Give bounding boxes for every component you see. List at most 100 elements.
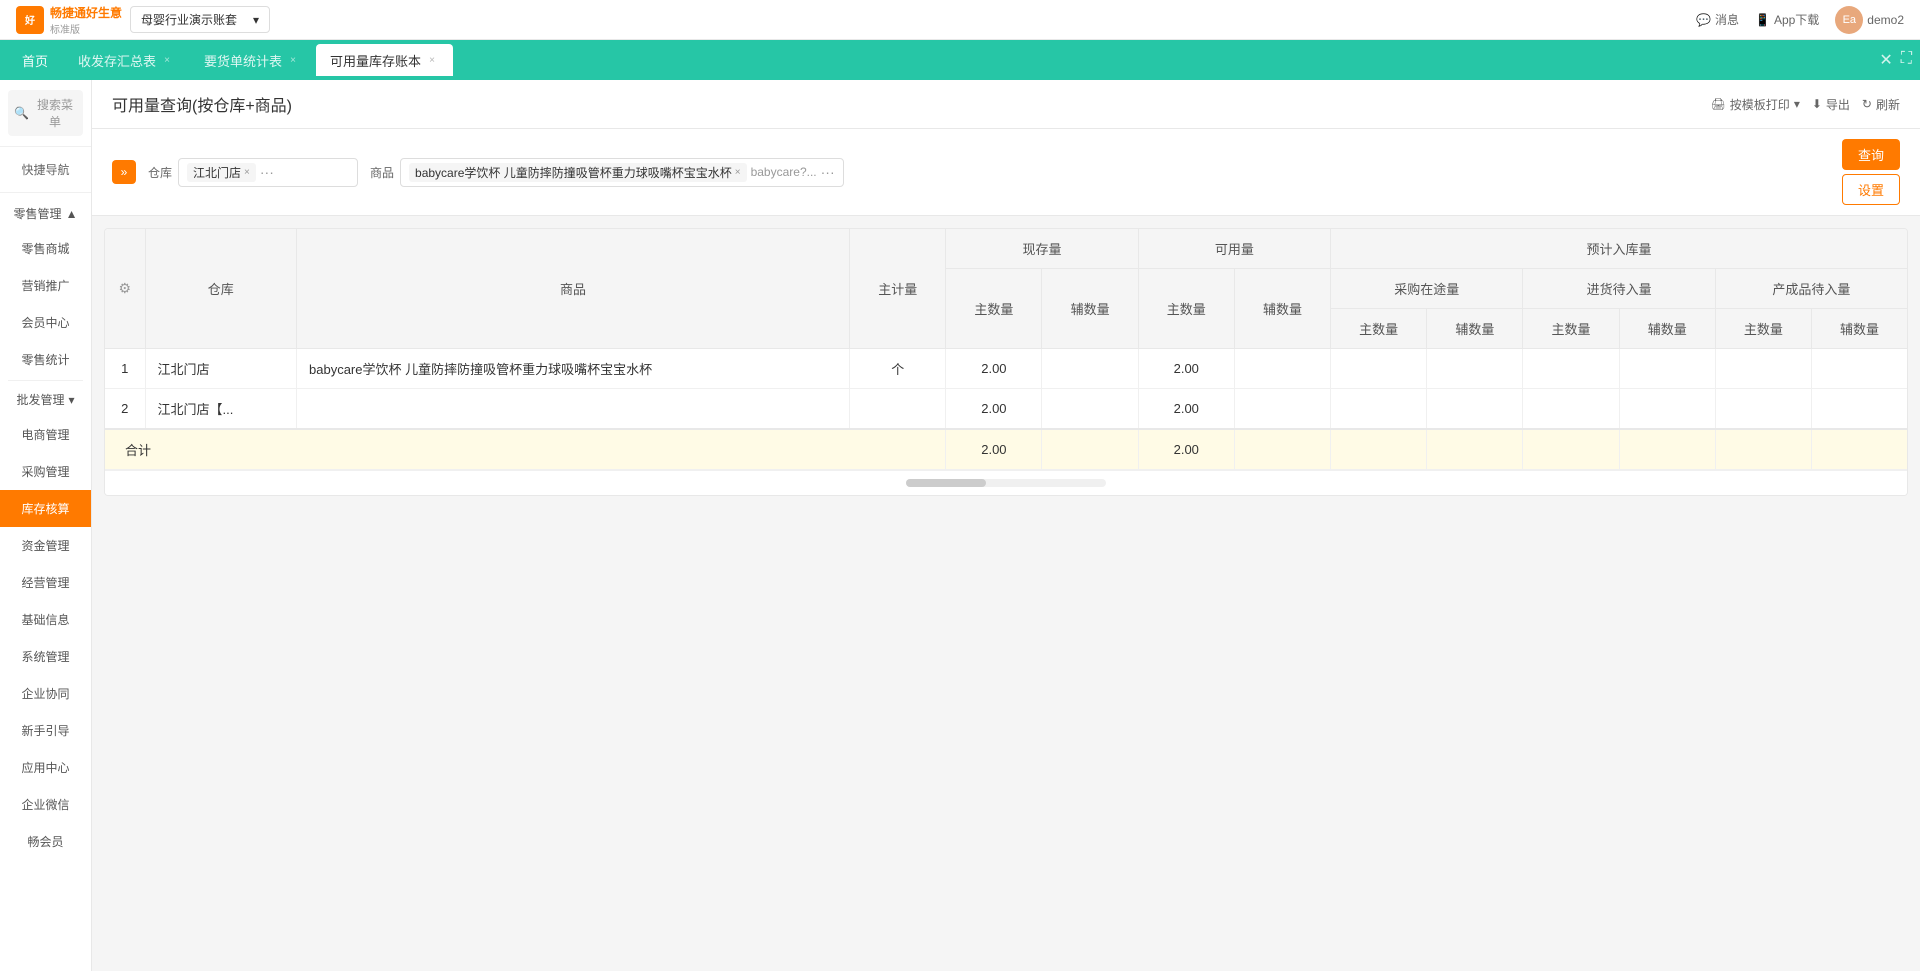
top-bar-left: 好 畅捷通好生意 标准版 母婴行业演示账套 ▾ <box>16 4 270 36</box>
summary-inbound-main <box>1523 429 1619 470</box>
cell-purch-sub <box>1427 349 1523 389</box>
close-tab-requisition[interactable]: × <box>286 53 300 67</box>
sidebar-item-ecommerce[interactable]: 电商管理 <box>0 416 91 453</box>
close-window-btn[interactable]: ✕ <box>1879 50 1892 70</box>
summary-label: 合计 <box>105 429 946 470</box>
sidebar-item-inventory[interactable]: 库存核算 <box>0 490 91 527</box>
download-icon: 📱 <box>1755 13 1770 27</box>
scrollbar-thumb[interactable] <box>906 479 986 487</box>
th-prod-main: 主数量 <box>1715 309 1811 349</box>
th-avail-sub: 辅数量 <box>1234 269 1330 349</box>
sidebar: 🔍 搜索菜单 快捷导航 零售管理 ▲ 零售商城 营销推广 会员中心 零售统计 <box>0 80 92 971</box>
top-bar-right: 💬 消息 📱 App下载 Ea demo2 <box>1696 6 1904 34</box>
message-btn[interactable]: 💬 消息 <box>1696 11 1739 28</box>
cell-product: babycare学饮杯 儿童防摔防撞吸管杯重力球吸嘴杯宝宝水杯 <box>297 349 850 389</box>
cell-avail-sub <box>1234 349 1330 389</box>
sidebar-item-retail-mall[interactable]: 零售商城 <box>0 230 91 267</box>
th-purch-main: 主数量 <box>1331 309 1427 349</box>
sidebar-item-operations[interactable]: 经营管理 <box>0 564 91 601</box>
filter-expand-btn[interactable]: » <box>112 160 136 184</box>
horizontal-scrollbar[interactable] <box>906 479 1106 487</box>
user-menu[interactable]: Ea demo2 <box>1835 6 1904 34</box>
remove-warehouse-tag[interactable]: × <box>244 167 250 178</box>
close-tab-receivable[interactable]: × <box>160 53 174 67</box>
action-buttons: 查询 设置 <box>1842 139 1900 205</box>
th-inbound-main: 主数量 <box>1523 309 1619 349</box>
sidebar-item-newbie[interactable]: 新手引导 <box>0 712 91 749</box>
template-print-btn[interactable]: 🖨 按模板打印 ▾ <box>1711 96 1800 113</box>
refresh-icon: ↻ <box>1862 97 1872 111</box>
cell-prod-main <box>1715 349 1811 389</box>
sidebar-item-quick-nav[interactable]: 快捷导航 <box>0 153 91 186</box>
username: demo2 <box>1867 13 1904 27</box>
sidebar-menu: 零售管理 ▲ 零售商城 营销推广 会员中心 零售统计 批发管理 ▾ 电商管理 <box>0 193 91 864</box>
export-btn[interactable]: ⬇ 导出 <box>1812 96 1850 113</box>
cell-purch-main <box>1331 349 1427 389</box>
summary-prod-sub <box>1811 429 1907 470</box>
th-product: 商品 <box>297 229 850 349</box>
tab-home[interactable]: 首页 <box>8 44 62 76</box>
th-purchase-group: 采购在途量 <box>1331 269 1523 309</box>
sidebar-item-enterprise[interactable]: 企业协同 <box>0 675 91 712</box>
app-download-btn[interactable]: 📱 App下载 <box>1755 11 1819 28</box>
cell-avail-main: 2.00 <box>1138 349 1234 389</box>
content-area: 可用量查询(按仓库+商品) 🖨 按模板打印 ▾ ⬇ 导出 ↻ 刷新 » <box>92 80 1920 971</box>
close-tab-available[interactable]: × <box>425 53 439 67</box>
th-prod-sub: 辅数量 <box>1811 309 1907 349</box>
avatar: Ea <box>1835 6 1863 34</box>
sidebar-item-retail-stats[interactable]: 零售统计 <box>0 341 91 378</box>
summary-inbound-sub <box>1619 429 1715 470</box>
th-production-group: 产成品待入量 <box>1715 269 1907 309</box>
query-button[interactable]: 查询 <box>1842 139 1900 170</box>
sidebar-item-wholesale-mgmt[interactable]: 批发管理 ▾ <box>0 383 91 416</box>
cell-avail-sub <box>1234 389 1330 430</box>
cell-current-sub <box>1042 389 1138 430</box>
table-row: 1 江北门店 babycare学饮杯 儿童防摔防撞吸管杯重力球吸嘴杯宝宝水杯 个… <box>105 349 1907 389</box>
summary-purch-main <box>1331 429 1427 470</box>
sidebar-item-finance[interactable]: 资金管理 <box>0 527 91 564</box>
sidebar-item-enterprise-wechat[interactable]: 企业微信 <box>0 786 91 823</box>
sidebar-quick-nav: 快捷导航 <box>0 147 91 193</box>
tab-available[interactable]: 可用量库存账本 × <box>316 44 453 76</box>
sidebar-item-retail-mgmt[interactable]: 零售管理 ▲ <box>0 197 91 230</box>
tab-requisition[interactable]: 要货单统计表 × <box>190 44 314 76</box>
cell-inbound-sub <box>1619 349 1715 389</box>
cell-avail-main: 2.00 <box>1138 389 1234 430</box>
product-more-btn[interactable]: ··· <box>821 164 835 180</box>
sidebar-item-member[interactable]: 会员中心 <box>0 304 91 341</box>
sidebar-item-procurement[interactable]: 采购管理 <box>0 453 91 490</box>
cell-prod-main <box>1715 389 1811 430</box>
industry-selector[interactable]: 母婴行业演示账套 ▾ <box>130 6 270 33</box>
sidebar-item-marketing[interactable]: 营销推广 <box>0 267 91 304</box>
data-table-container: ⚙ 仓库 商品 主计量 现存量 可用量 预计入库量 主数量 辅数量 主数量 辅数… <box>104 228 1908 496</box>
tab-receivable[interactable]: 收发存汇总表 × <box>64 44 188 76</box>
cell-index: 1 <box>105 349 145 389</box>
cell-purch-sub <box>1427 389 1523 430</box>
warehouse-filter-group: 仓库 江北门店 × ··· <box>148 158 358 187</box>
warehouse-filter-label: 仓库 <box>148 164 172 181</box>
product-extra-label: babycare?... <box>751 165 817 179</box>
print-dropdown-icon: ▾ <box>1794 97 1800 111</box>
summary-current-sub <box>1042 429 1138 470</box>
warehouse-more-btn[interactable]: ··· <box>260 164 274 180</box>
summary-current-main: 2.00 <box>946 429 1042 470</box>
remove-product-tag[interactable]: × <box>735 167 741 178</box>
product-filter-input[interactable]: babycare学饮杯 儿童防摔防撞吸管杯重力球吸嘴杯宝宝水杯 × babyca… <box>400 158 844 187</box>
product-filter-group: 商品 babycare学饮杯 儿童防摔防撞吸管杯重力球吸嘴杯宝宝水杯 × bab… <box>370 158 844 187</box>
sidebar-item-vip-member[interactable]: 畅会员 <box>0 823 91 860</box>
refresh-btn[interactable]: ↻ 刷新 <box>1862 96 1900 113</box>
search-menu-btn[interactable]: 🔍 搜索菜单 <box>8 90 83 136</box>
sidebar-item-basics[interactable]: 基础信息 <box>0 601 91 638</box>
cell-current-main: 2.00 <box>946 349 1042 389</box>
th-main-unit: 主计量 <box>850 229 946 349</box>
sidebar-item-app-center[interactable]: 应用中心 <box>0 749 91 786</box>
sidebar-item-system[interactable]: 系统管理 <box>0 638 91 675</box>
warehouse-filter-input[interactable]: 江北门店 × ··· <box>178 158 358 187</box>
gear-icon[interactable]: ⚙ <box>118 280 131 296</box>
filter-bar: » 仓库 江北门店 × ··· 商品 babycare学饮杯 儿童防摔防撞吸管杯… <box>92 129 1920 216</box>
window-controls: ✕ ⛶ <box>1879 50 1912 70</box>
expand-window-btn[interactable]: ⛶ <box>1901 50 1912 70</box>
chevron-down-icon: ▾ <box>68 393 74 407</box>
cell-main-unit <box>850 389 946 430</box>
settings-button[interactable]: 设置 <box>1842 174 1900 205</box>
